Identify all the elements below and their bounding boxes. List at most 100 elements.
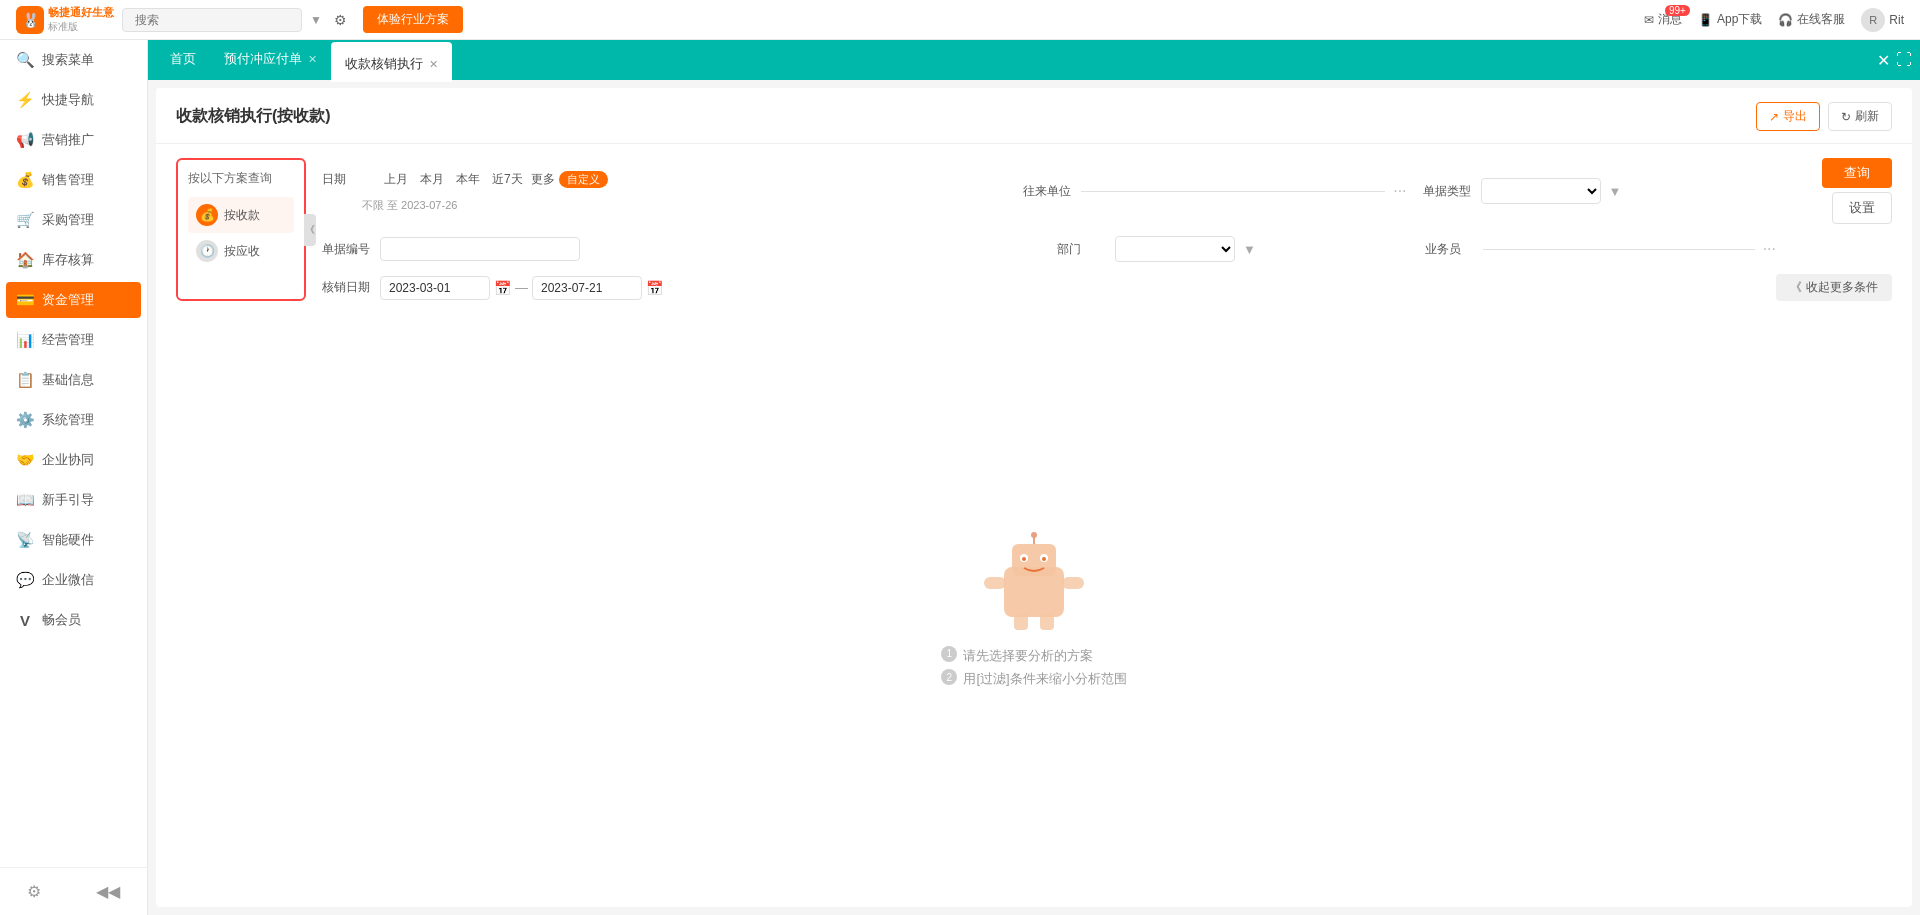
bill-type-label: 单据类型 xyxy=(1423,183,1473,200)
bill-no-input[interactable] xyxy=(380,237,580,261)
sidebar-label-sales: 销售管理 xyxy=(42,171,94,189)
online-service-btn[interactable]: 🎧 在线客服 xyxy=(1778,11,1845,28)
hardware-icon: 📡 xyxy=(16,531,34,549)
user-menu[interactable]: R Rit xyxy=(1861,8,1904,32)
main-content: 首页 预付冲应付单 ✕ 收款核销执行 ✕ ✕ ⛶ xyxy=(148,40,1920,915)
sidebar-item-collab[interactable]: 🤝 企业协同 xyxy=(0,440,147,480)
refresh-button[interactable]: ↻ 刷新 xyxy=(1828,102,1892,131)
tab-close-receipt-verify[interactable]: ✕ xyxy=(429,58,438,71)
sidebar-label-hardware: 智能硬件 xyxy=(42,531,94,549)
cart-icon: 🛒 xyxy=(16,211,34,229)
brand: 🐰 畅捷通好生意 标准版 xyxy=(16,5,114,34)
verify-date-start-input[interactable] xyxy=(380,276,490,300)
sidebar-item-finance[interactable]: 💳 资金管理 xyxy=(6,282,141,318)
tab-receipt-verify[interactable]: 收款核销执行 ✕ xyxy=(331,42,452,82)
gear-icon[interactable]: ⚙ xyxy=(334,12,347,28)
step-2-num: 2 xyxy=(941,669,957,685)
book-icon: 📖 xyxy=(16,491,34,509)
app-download-btn[interactable]: 📱 App下载 xyxy=(1698,11,1762,28)
collapse-more-label: 收起更多条件 xyxy=(1806,279,1878,296)
svg-point-11 xyxy=(1031,532,1037,538)
online-service-label: 在线客服 xyxy=(1797,11,1845,28)
sidebar-item-marketing[interactable]: 📢 营销推广 xyxy=(0,120,147,160)
brand-icon: 🐰 xyxy=(16,6,44,34)
tab-close-all-btn[interactable]: ✕ xyxy=(1877,51,1890,70)
clipboard-icon: 📋 xyxy=(16,371,34,389)
collapse-more-btn[interactable]: 《 收起更多条件 xyxy=(1776,274,1892,301)
industry-btn[interactable]: 体验行业方案 xyxy=(363,6,463,33)
phone-icon: 📱 xyxy=(1698,13,1713,27)
sidebar-label-quicknav: 快捷导航 xyxy=(42,91,94,109)
headset-icon: 🎧 xyxy=(1778,13,1793,27)
sidebar-item-search[interactable]: 🔍 搜索菜单 xyxy=(0,40,147,80)
staff-label: 业务员 xyxy=(1425,241,1475,258)
sidebar-item-hardware[interactable]: 📡 智能硬件 xyxy=(0,520,147,560)
sidebar-item-member[interactable]: V 畅会员 xyxy=(0,600,147,640)
empty-illustration xyxy=(974,532,1094,632)
brand-text: 畅捷通好生意 标准版 xyxy=(48,5,114,34)
tab-actions: ✕ ⛶ xyxy=(1877,51,1912,70)
svg-rect-6 xyxy=(984,577,1006,589)
messages-btn[interactable]: ✉ 消息 99+ xyxy=(1644,11,1682,28)
sidebar-settings-btn[interactable]: ⚙ xyxy=(21,876,47,907)
tab-home[interactable]: 首页 xyxy=(156,40,210,80)
verify-date-end-input[interactable] xyxy=(532,276,642,300)
dept-label: 部门 xyxy=(1057,241,1107,258)
dept-select[interactable] xyxy=(1115,236,1235,262)
sidebar-label-basic-info: 基础信息 xyxy=(42,371,94,389)
date-7days[interactable]: 近7天 xyxy=(488,169,527,190)
sidebar-item-basic-info[interactable]: 📋 基础信息 xyxy=(0,360,147,400)
sidebar-item-system[interactable]: ⚙️ 系统管理 xyxy=(0,400,147,440)
page-title: 收款核销执行(按收款) xyxy=(176,106,331,139)
tab-close-prepay[interactable]: ✕ xyxy=(308,53,317,66)
calendar-start-icon[interactable]: 📅 xyxy=(494,280,511,296)
date-this-month[interactable]: 本月 xyxy=(416,169,448,190)
dept-field: 部门 ▼ xyxy=(1057,236,1409,262)
date-this-year[interactable]: 本年 xyxy=(452,169,484,190)
sidebar-item-purchase[interactable]: 🛒 采购管理 xyxy=(0,200,147,240)
calendar-end-icon[interactable]: 📅 xyxy=(646,280,663,296)
sidebar-item-guide[interactable]: 📖 新手引导 xyxy=(0,480,147,520)
svg-rect-8 xyxy=(1014,614,1028,630)
export-button[interactable]: ↗ 导出 xyxy=(1756,102,1820,131)
filter-form: 日期 上月 本月 本年 近7天 更多 自定义 xyxy=(322,158,1892,301)
receipt-icon: 💰 xyxy=(196,204,218,226)
staff-more-btn[interactable]: ··· xyxy=(1763,240,1776,258)
panel-collapse-btn[interactable]: 《 xyxy=(304,214,316,246)
sidebar-item-inventory[interactable]: 🏠 库存核算 xyxy=(0,240,147,280)
search-input[interactable] xyxy=(122,8,302,32)
sidebar-item-operations[interactable]: 📊 经营管理 xyxy=(0,320,147,360)
messages-badge: 99+ xyxy=(1665,5,1690,16)
query-type-by-receipt[interactable]: 💰 按收款 xyxy=(188,197,294,233)
counterpart-field: 往来单位 ··· xyxy=(1023,182,1406,200)
chevron-up-icon: 《 xyxy=(1790,279,1802,296)
chart-icon: 📊 xyxy=(16,331,34,349)
query-button[interactable]: 查询 xyxy=(1822,158,1892,188)
sidebar-item-wechat[interactable]: 💬 企业微信 xyxy=(0,560,147,600)
empty-step-2: 2 用[过滤]条件来缩小分析范围 xyxy=(941,667,1126,690)
settings-button[interactable]: 设置 xyxy=(1832,192,1892,224)
export-label: 导出 xyxy=(1783,108,1807,125)
date-last-month[interactable]: 上月 xyxy=(380,169,412,190)
sidebar-label-inventory: 库存核算 xyxy=(42,251,94,269)
bill-type-select[interactable] xyxy=(1481,178,1601,204)
sidebar-item-quicknav[interactable]: ⚡ 快捷导航 xyxy=(0,80,147,120)
date-custom-badge[interactable]: 自定义 xyxy=(559,171,608,188)
counterpart-more-btn[interactable]: ··· xyxy=(1393,182,1406,200)
bill-no-label: 单据编号 xyxy=(322,241,372,258)
empty-step-1-text: 请先选择要分析的方案 xyxy=(963,644,1093,667)
chevron-down-icon[interactable]: ▼ xyxy=(310,13,322,27)
query-type-by-receivable[interactable]: 🕐 按应收 xyxy=(188,233,294,269)
svg-rect-7 xyxy=(1062,577,1084,589)
date-more[interactable]: 更多 xyxy=(531,171,555,188)
page-header: 收款核销执行(按收款) ↗ 导出 ↻ 刷新 xyxy=(156,88,1912,144)
tab-expand-btn[interactable]: ⛶ xyxy=(1896,51,1912,70)
sidebar-item-sales[interactable]: 💰 销售管理 xyxy=(0,160,147,200)
layout: 🔍 搜索菜单 ⚡ 快捷导航 📢 营销推广 💰 销售管理 🛒 采购管理 🏠 库存核… xyxy=(0,40,1920,915)
top-bar: 🐰 畅捷通好生意 标准版 ▼ ⚙ 体验行业方案 ✉ 消息 99+ 📱 App下载… xyxy=(0,0,1920,40)
tab-prepay[interactable]: 预付冲应付单 ✕ xyxy=(210,40,331,80)
sidebar-label-finance: 资金管理 xyxy=(42,291,94,309)
sidebar-collapse-btn[interactable]: ◀◀ xyxy=(90,876,126,907)
card-icon: 💳 xyxy=(16,291,34,309)
tab-label-home: 首页 xyxy=(170,50,196,68)
